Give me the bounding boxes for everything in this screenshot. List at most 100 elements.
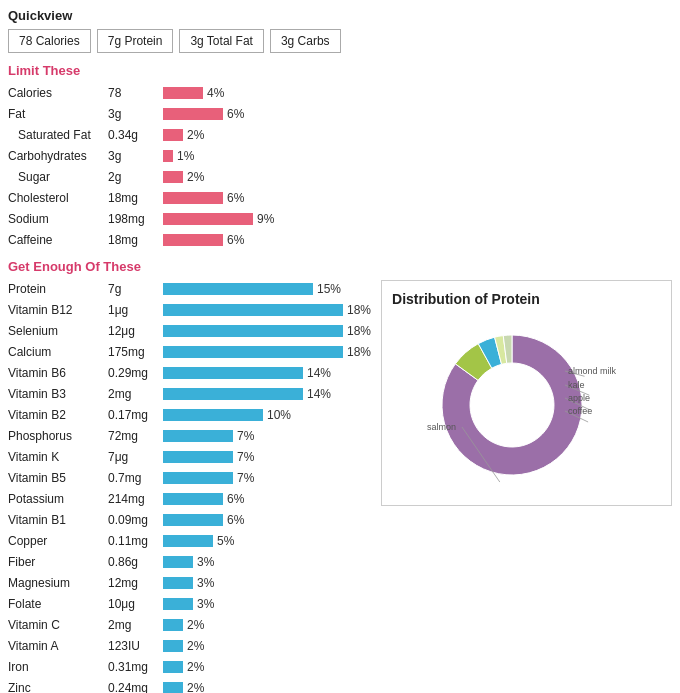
- enough-row: Copper 0.11mg 5%: [8, 532, 371, 550]
- bar-pct: 14%: [307, 366, 331, 380]
- nutrient-name: Magnesium: [8, 576, 108, 590]
- nutrient-name: Vitamin B5: [8, 471, 108, 485]
- nutrient-value: 18mg: [108, 233, 163, 247]
- blue-bar: [163, 388, 303, 400]
- chart-box: Distribution of Protein salmonalmond mil…: [381, 280, 672, 506]
- limit-these-title: Limit These: [8, 63, 672, 78]
- donut-chart: salmonalmond milkkaleapplecoffee: [417, 315, 617, 490]
- blue-bar: [163, 430, 233, 442]
- bar-container: 18%: [163, 324, 371, 338]
- left-panel: Protein 7g 15% Vitamin B12 1μg 18% Selen…: [8, 280, 371, 693]
- enough-row: Vitamin B12 1μg 18%: [8, 301, 371, 319]
- enough-row: Vitamin B6 0.29mg 14%: [8, 364, 371, 382]
- nutrient-value: 7g: [108, 282, 163, 296]
- nutrient-value: 12mg: [108, 576, 163, 590]
- bar-pct: 6%: [227, 191, 244, 205]
- blue-bar: [163, 556, 193, 568]
- nutrient-name: Potassium: [8, 492, 108, 506]
- nutrient-name: Calcium: [8, 345, 108, 359]
- bar-pct: 18%: [347, 303, 371, 317]
- limit-row: Carbohydrates 3g 1%: [8, 147, 672, 165]
- bar-container: 18%: [163, 345, 371, 359]
- limit-row: Sodium 198mg 9%: [8, 210, 672, 228]
- bar-pct: 2%: [187, 639, 204, 653]
- enough-row: Vitamin B1 0.09mg 6%: [8, 511, 371, 529]
- bar-container: 2%: [163, 681, 204, 693]
- donut-label-almond milk: almond milk: [568, 366, 617, 376]
- nutrient-value: 2g: [108, 170, 163, 184]
- blue-bar: [163, 346, 343, 358]
- nutrient-name: Saturated Fat: [8, 128, 108, 142]
- nutrient-value: 0.11mg: [108, 534, 163, 548]
- quickview-badges: 78 Calories7g Protein3g Total Fat3g Carb…: [8, 29, 672, 53]
- enough-row: Potassium 214mg 6%: [8, 490, 371, 508]
- bar-pct: 14%: [307, 387, 331, 401]
- limit-row: Fat 3g 6%: [8, 105, 672, 123]
- bar-pct: 6%: [227, 492, 244, 506]
- nutrient-name: Fiber: [8, 555, 108, 569]
- bar-container: 2%: [163, 128, 204, 142]
- nutrient-name: Vitamin K: [8, 450, 108, 464]
- nutrient-value: 0.7mg: [108, 471, 163, 485]
- bar-pct: 18%: [347, 345, 371, 359]
- nutrient-value: 214mg: [108, 492, 163, 506]
- bar-container: 7%: [163, 429, 254, 443]
- nutrient-name: Vitamin C: [8, 618, 108, 632]
- bar-pct: 7%: [237, 471, 254, 485]
- blue-bar: [163, 472, 233, 484]
- nutrient-name: Protein: [8, 282, 108, 296]
- blue-bar: [163, 514, 223, 526]
- blue-bar: [163, 367, 303, 379]
- nutrient-name: Iron: [8, 660, 108, 674]
- bar-pct: 6%: [227, 107, 244, 121]
- bar-container: 6%: [163, 233, 244, 247]
- limit-row: Sugar 2g 2%: [8, 168, 672, 186]
- enough-row: Vitamin B3 2mg 14%: [8, 385, 371, 403]
- bar-container: 9%: [163, 212, 274, 226]
- nutrient-value: 78: [108, 86, 163, 100]
- bar-pct: 9%: [257, 212, 274, 226]
- bar-container: 6%: [163, 513, 244, 527]
- bar-container: 18%: [163, 303, 371, 317]
- blue-bar: [163, 304, 343, 316]
- bar-container: 7%: [163, 471, 254, 485]
- nutrient-value: 0.29mg: [108, 366, 163, 380]
- nutrient-name: Selenium: [8, 324, 108, 338]
- donut-label-apple: apple: [568, 393, 590, 403]
- nutrient-value: 12μg: [108, 324, 163, 338]
- nutrient-value: 0.09mg: [108, 513, 163, 527]
- nutrient-value: 0.31mg: [108, 660, 163, 674]
- nutrient-name: Calories: [8, 86, 108, 100]
- limit-row: Caffeine 18mg 6%: [8, 231, 672, 249]
- nutrient-name: Zinc: [8, 681, 108, 693]
- nutrient-name: Sugar: [8, 170, 108, 184]
- bar-container: 15%: [163, 282, 341, 296]
- limit-row: Calories 78 4%: [8, 84, 672, 102]
- bar-container: 3%: [163, 597, 214, 611]
- blue-bar: [163, 325, 343, 337]
- nutrient-value: 175mg: [108, 345, 163, 359]
- bar-container: 2%: [163, 639, 204, 653]
- pink-bar: [163, 87, 203, 99]
- nutrient-value: 123IU: [108, 639, 163, 653]
- enough-row: Vitamin C 2mg 2%: [8, 616, 371, 634]
- blue-bar: [163, 577, 193, 589]
- quickview-badge: 7g Protein: [97, 29, 174, 53]
- nutrient-value: 10μg: [108, 597, 163, 611]
- nutrient-value: 0.34g: [108, 128, 163, 142]
- bar-pct: 3%: [197, 597, 214, 611]
- nutrient-name: Vitamin B12: [8, 303, 108, 317]
- quickview-badge: 3g Total Fat: [179, 29, 263, 53]
- enough-rows: Protein 7g 15% Vitamin B12 1μg 18% Selen…: [8, 280, 371, 693]
- bar-container: 2%: [163, 660, 204, 674]
- nutrient-name: Vitamin B6: [8, 366, 108, 380]
- nutrient-name: Vitamin B1: [8, 513, 108, 527]
- limit-rows: Calories 78 4% Fat 3g 6% Saturated Fat 0…: [8, 84, 672, 249]
- bar-container: 6%: [163, 492, 244, 506]
- enough-row: Folate 10μg 3%: [8, 595, 371, 613]
- pink-bar: [163, 150, 173, 162]
- bar-container: 2%: [163, 170, 204, 184]
- bar-container: 6%: [163, 191, 244, 205]
- blue-bar: [163, 409, 263, 421]
- nutrient-name: Sodium: [8, 212, 108, 226]
